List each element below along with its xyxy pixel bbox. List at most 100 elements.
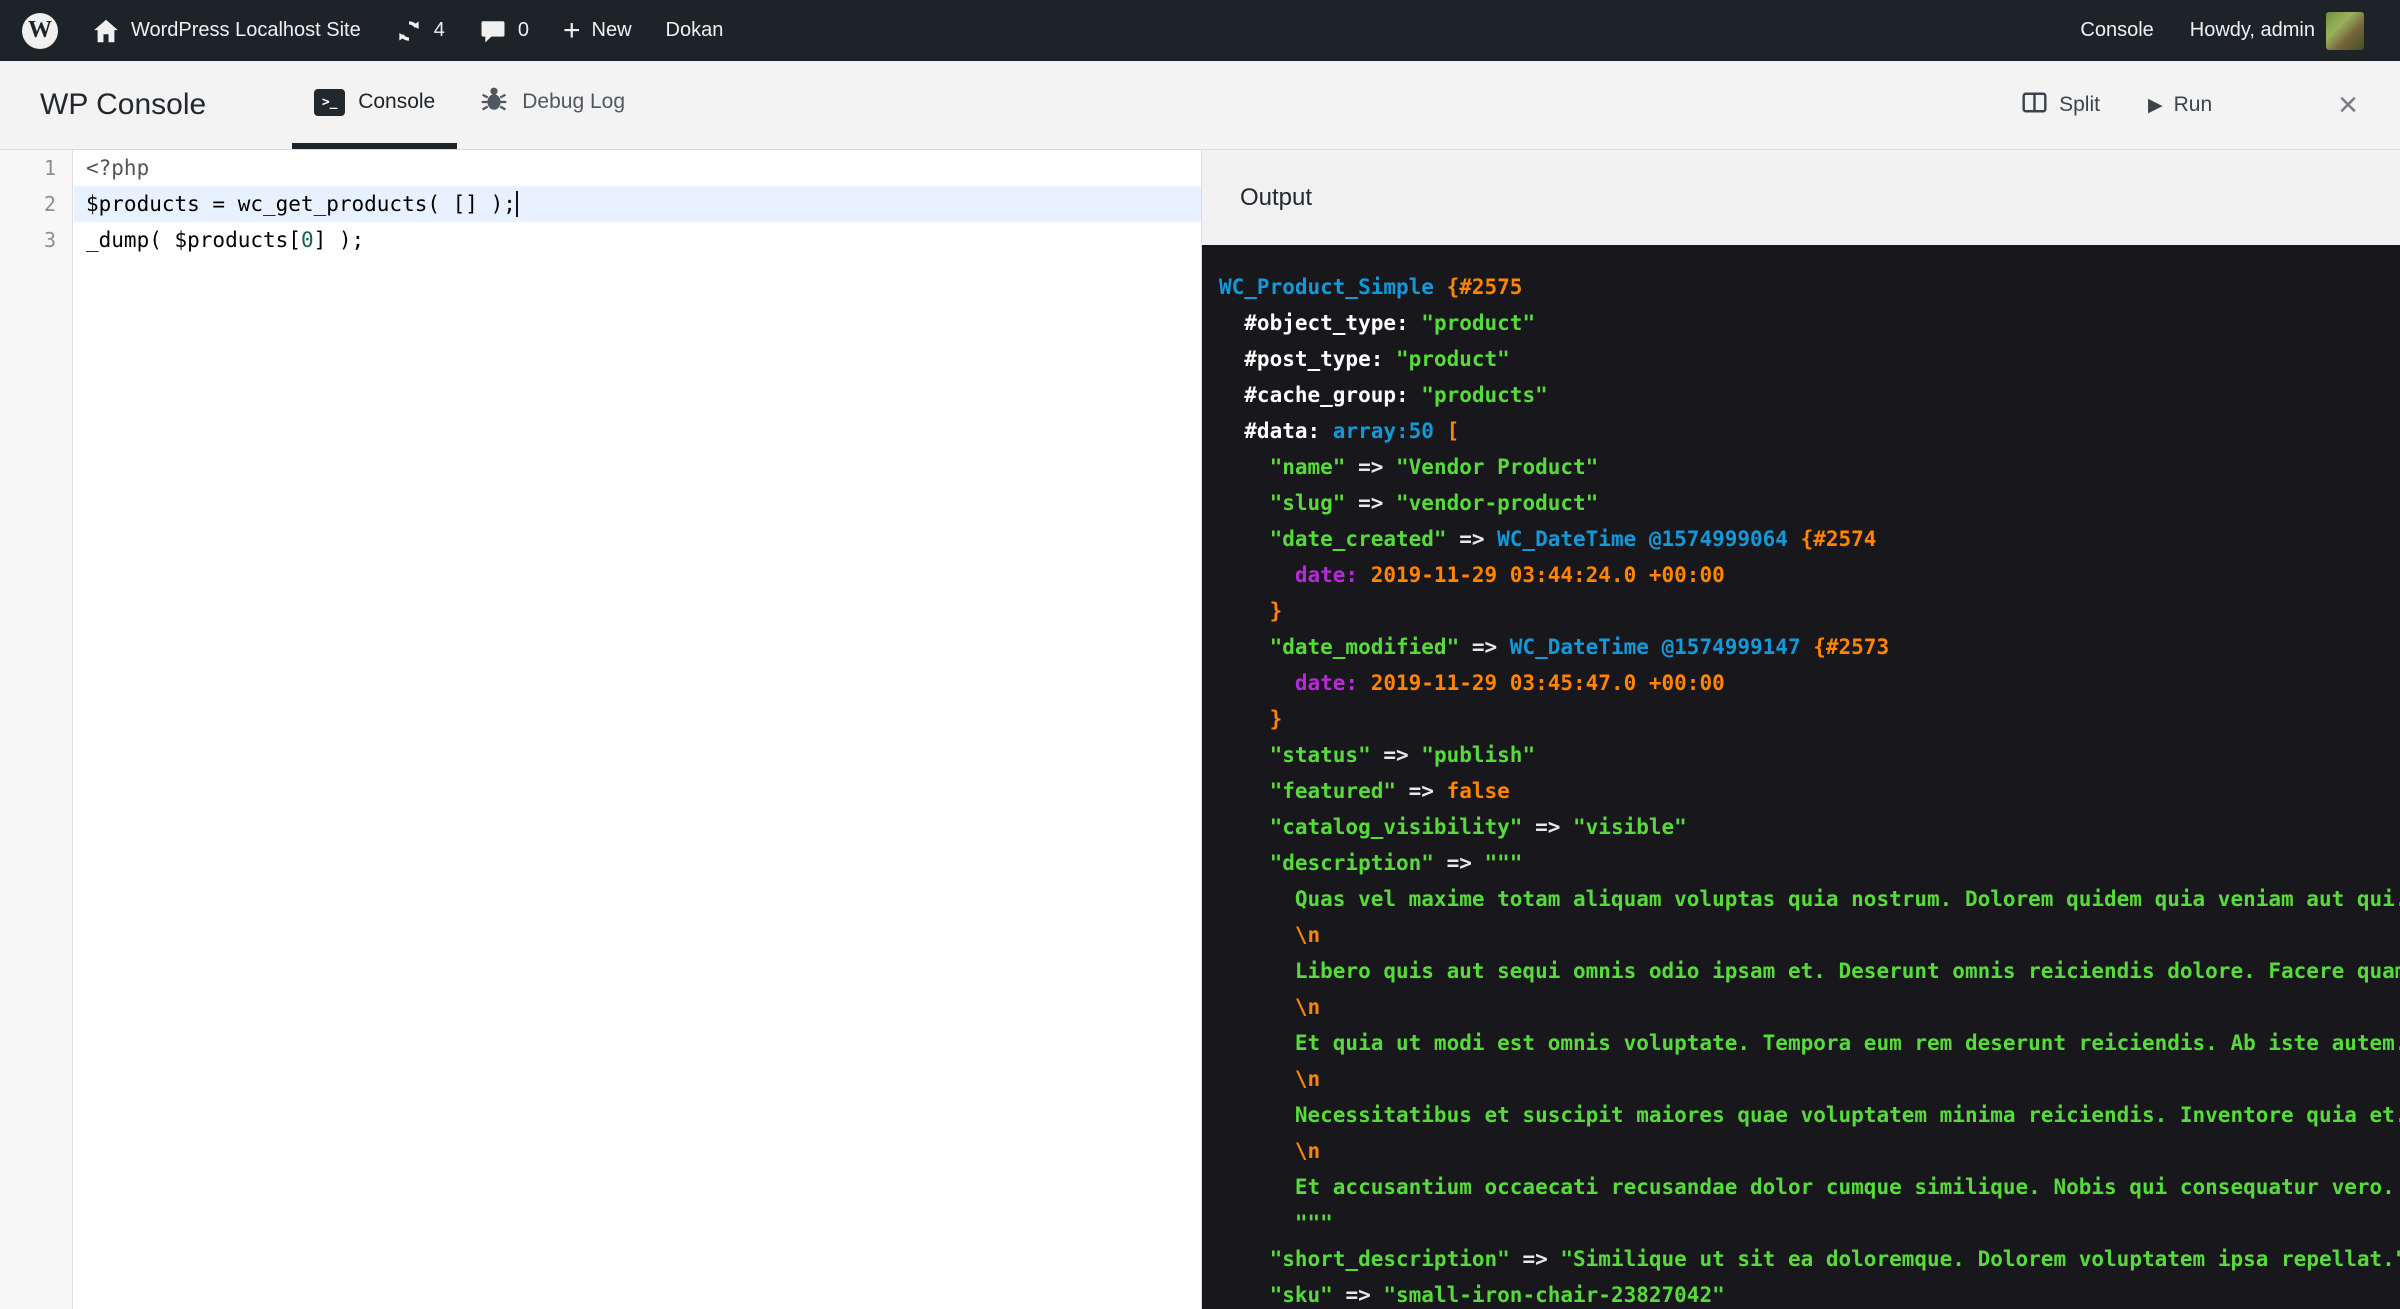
run-label: Run	[2174, 93, 2213, 117]
dump-token: "status"	[1219, 743, 1371, 767]
howdy-label: Howdy, admin	[2190, 19, 2315, 42]
dump-token: #post_type:	[1219, 347, 1396, 371]
output-line: WC_Product_Simple {#2575	[1219, 269, 2400, 305]
admin-bar-right: Console Howdy, admin	[2080, 12, 2364, 50]
dump-token: }	[1219, 599, 1282, 623]
dump-token: "Similique ut sit ea doloremque. Dolorem…	[1560, 1247, 2400, 1271]
dump-token: "sku"	[1219, 1283, 1333, 1307]
code-line[interactable]: $products = wc_get_products( [] );	[74, 186, 1201, 222]
dump-token: \n	[1219, 1139, 1320, 1163]
dump-token: date:	[1219, 563, 1371, 587]
home-icon	[92, 17, 120, 45]
admin-bar-left: W WordPress Localhost Site 4	[22, 13, 723, 49]
output-line: \n	[1219, 1061, 2400, 1097]
new-label: New	[592, 19, 632, 42]
page-title: WP Console	[0, 88, 206, 122]
dump-token: "date_modified"	[1219, 635, 1459, 659]
dump-token: """	[1485, 851, 1523, 875]
dump-token: "featured"	[1219, 779, 1396, 803]
dump-token: WC_DateTime @1574999147	[1510, 635, 1801, 659]
output-line: #cache_group: "products"	[1219, 377, 2400, 413]
run-button[interactable]: ▶ Run	[2148, 93, 2212, 117]
site-name-menu[interactable]: WordPress Localhost Site	[92, 17, 361, 45]
tab-console[interactable]: >_ Console	[292, 61, 457, 149]
dump-token: {#2574	[1788, 527, 1877, 551]
updates-menu[interactable]: 4	[395, 17, 445, 45]
dump-token: Et quia ut modi est omnis voluptate. Tem…	[1219, 1031, 2400, 1055]
dump-token: [	[1434, 419, 1459, 443]
play-icon: ▶	[2148, 94, 2163, 117]
line-number: 3	[0, 222, 72, 258]
dokan-label: Dokan	[666, 19, 724, 42]
text-cursor	[516, 191, 518, 217]
admin-bar-console-link[interactable]: Console	[2080, 19, 2153, 42]
dump-token: "slug"	[1219, 491, 1345, 515]
dump-token: {#2573	[1801, 635, 1890, 659]
dokan-menu[interactable]: Dokan	[666, 19, 724, 42]
code-line[interactable]: <?php	[74, 150, 1201, 186]
dump-token: 2019-11-29 03:44:24.0 +00:00	[1371, 563, 1725, 587]
output-panel: Output WC_Product_Simple {#2575 #object_…	[1202, 150, 2400, 1309]
dump-token: "description"	[1219, 851, 1434, 875]
dump-token: #data:	[1219, 419, 1333, 443]
output-line: \n	[1219, 1133, 2400, 1169]
output-line: #post_type: "product"	[1219, 341, 2400, 377]
code-token: 0	[301, 228, 314, 252]
dump-token: "product"	[1396, 347, 1510, 371]
dump-token: =>	[1396, 779, 1447, 803]
dump-token: #object_type:	[1219, 311, 1421, 335]
output-terminal[interactable]: WC_Product_Simple {#2575 #object_type: "…	[1202, 245, 2400, 1309]
dump-token: =>	[1447, 527, 1498, 551]
new-content-menu[interactable]: + New	[563, 19, 632, 42]
comments-count: 0	[518, 19, 529, 42]
dump-token: =>	[1459, 635, 1510, 659]
terminal-icon: >_	[314, 89, 345, 116]
close-button[interactable]: ×	[2338, 88, 2358, 122]
output-title: Output	[1240, 184, 1312, 212]
dump-token: =>	[1510, 1247, 1561, 1271]
dump-token: #cache_group:	[1219, 383, 1421, 407]
line-number: 2	[0, 186, 72, 222]
wordpress-logo-icon: W	[22, 13, 58, 49]
dump-token: \n	[1219, 923, 1320, 947]
dump-token: Libero quis aut sequi omnis odio ipsam e…	[1219, 959, 2400, 983]
dump-token: WC_Product_Simple	[1219, 275, 1434, 299]
dump-token: =>	[1333, 1283, 1384, 1307]
code-editor[interactable]: 123 <?php$products = wc_get_products( []…	[0, 150, 1202, 1309]
dump-token: """	[1219, 1211, 1333, 1235]
output-line: #object_type: "product"	[1219, 305, 2400, 341]
dump-token: Et accusantium occaecati recusandae dolo…	[1219, 1175, 2395, 1199]
code-token: ] );	[314, 228, 365, 252]
output-line: date: 2019-11-29 03:45:47.0 +00:00	[1219, 665, 2400, 701]
gutter: 123	[0, 150, 73, 1309]
dump-token: "visible"	[1573, 815, 1687, 839]
output-line: \n	[1219, 989, 2400, 1025]
dump-token: =>	[1522, 815, 1573, 839]
tabs: >_ Console Debug Log	[292, 61, 647, 149]
code-line[interactable]: _dump( $products[0] );	[74, 222, 1201, 258]
line-number: 1	[0, 150, 72, 186]
output-line: Necessitatibus et suscipit maiores quae …	[1219, 1097, 2400, 1133]
output-line: }	[1219, 701, 2400, 737]
dump-token: =>	[1371, 743, 1422, 767]
site-name-label: WordPress Localhost Site	[131, 19, 361, 42]
output-line: "featured" => false	[1219, 773, 2400, 809]
howdy-menu[interactable]: Howdy, admin	[2190, 12, 2364, 50]
output-line: "catalog_visibility" => "visible"	[1219, 809, 2400, 845]
output-line: date: 2019-11-29 03:44:24.0 +00:00	[1219, 557, 2400, 593]
dump-token: false	[1447, 779, 1510, 803]
wordpress-menu[interactable]: W	[22, 13, 58, 49]
dump-token: \n	[1219, 1067, 1320, 1091]
code-token: _dump( $products[	[86, 228, 301, 252]
output-line: Libero quis aut sequi omnis odio ipsam e…	[1219, 953, 2400, 989]
tab-debug-log-label: Debug Log	[522, 90, 625, 114]
dump-token: "product"	[1421, 311, 1535, 335]
split-button[interactable]: Split	[2021, 89, 2100, 122]
dump-token: 2019-11-29 03:45:47.0 +00:00	[1371, 671, 1725, 695]
dump-token: "name"	[1219, 455, 1345, 479]
tab-debug-log[interactable]: Debug Log	[457, 61, 647, 149]
comments-menu[interactable]: 0	[479, 17, 529, 45]
dump-token: "vendor-product"	[1396, 491, 1598, 515]
output-header: Output	[1202, 150, 2400, 245]
dump-token: "catalog_visibility"	[1219, 815, 1522, 839]
